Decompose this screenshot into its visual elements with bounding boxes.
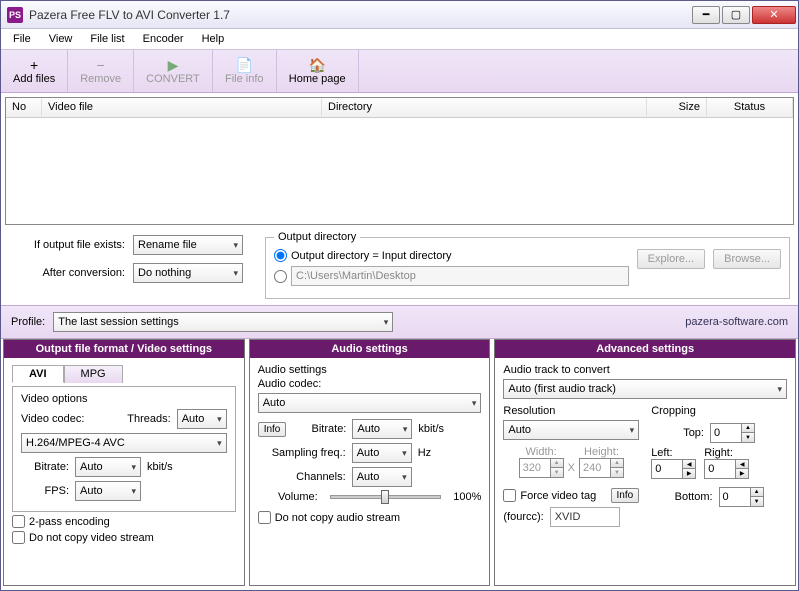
audio-codec-combo[interactable]: Auto (258, 393, 482, 413)
video-codec-combo[interactable]: H.264/MPEG-4 AVC (21, 433, 227, 453)
video-bitrate-combo[interactable]: Auto (75, 457, 141, 477)
after-label: After conversion: (17, 267, 125, 279)
fourcc-field[interactable]: XVID (550, 507, 620, 527)
close-button[interactable]: ✕ (752, 6, 796, 24)
menu-encoder[interactable]: Encoder (135, 31, 192, 47)
outdir-legend: Output directory (274, 231, 360, 243)
tab-mpg[interactable]: MPG (64, 365, 123, 383)
crop-left[interactable]: 0 (651, 459, 683, 479)
minimize-button[interactable]: ━ (692, 6, 720, 24)
fps-combo[interactable]: Auto (75, 481, 141, 501)
file-info-button[interactable]: 📄File info (213, 50, 277, 92)
force-tag-check[interactable] (503, 489, 516, 502)
audio-channels-combo[interactable]: Auto (352, 467, 412, 487)
convert-button[interactable]: ▶CONVERT (134, 50, 213, 92)
window-title: Pazera Free FLV to AVI Converter 1.7 (29, 8, 692, 22)
home-page-button[interactable]: 🏠Home page (277, 50, 359, 92)
add-files-button[interactable]: +Add files (1, 50, 68, 92)
toolbar: +Add files −Remove ▶CONVERT 📄File info 🏠… (1, 49, 798, 93)
minus-icon: − (97, 58, 105, 72)
menu-file[interactable]: File (5, 31, 39, 47)
height-field: 240 (579, 458, 611, 478)
maximize-button[interactable]: ▢ (722, 6, 750, 24)
play-icon: ▶ (168, 58, 179, 72)
outdir-path: C:\Users\Martin\Desktop (291, 266, 629, 286)
col-no[interactable]: No (6, 98, 42, 117)
audio-info-button[interactable]: Info (258, 422, 287, 437)
col-size[interactable]: Size (647, 98, 707, 117)
menu-filelist[interactable]: File list (82, 31, 132, 47)
audio-track-combo[interactable]: Auto (first audio track) (503, 379, 787, 399)
outdir-custom-radio[interactable] (274, 270, 287, 283)
audio-bitrate-combo[interactable]: Auto (352, 419, 412, 439)
menu-view[interactable]: View (41, 31, 81, 47)
col-status[interactable]: Status (707, 98, 793, 117)
crop-right[interactable]: 0 (704, 459, 736, 479)
menu-help[interactable]: Help (194, 31, 233, 47)
site-link[interactable]: pazera-software.com (685, 316, 788, 328)
nocopy-audio-check[interactable] (258, 511, 271, 524)
col-dir[interactable]: Directory (322, 98, 647, 117)
menubar: File View File list Encoder Help (1, 29, 798, 49)
app-icon: PS (7, 7, 23, 23)
crop-top[interactable]: 0 (710, 423, 742, 443)
home-icon: 🏠 (308, 58, 325, 72)
outdir-same-radio[interactable] (274, 249, 287, 262)
after-combo[interactable]: Do nothing (133, 263, 243, 283)
adv-panel-head: Advanced settings (495, 340, 795, 358)
volume-slider[interactable] (330, 495, 442, 499)
adv-info-button[interactable]: Info (611, 488, 640, 503)
remove-button[interactable]: −Remove (68, 50, 134, 92)
col-video[interactable]: Video file (42, 98, 322, 117)
file-list-body (6, 118, 793, 224)
threads-combo[interactable]: Auto (177, 409, 227, 429)
exists-label: If output file exists: (17, 239, 125, 251)
file-list[interactable]: No Video file Directory Size Status (5, 97, 794, 225)
twopass-check[interactable] (12, 515, 25, 528)
resolution-combo[interactable]: Auto (503, 420, 639, 440)
browse-button[interactable]: Browse... (713, 249, 781, 269)
exists-combo[interactable]: Rename file (133, 235, 243, 255)
nocopy-video-check[interactable] (12, 531, 25, 544)
plus-icon: + (30, 58, 38, 72)
tab-avi[interactable]: AVI (12, 365, 64, 383)
explore-button[interactable]: Explore... (637, 249, 705, 269)
crop-bottom[interactable]: 0 (719, 487, 751, 507)
video-options-label: Video options (21, 393, 227, 405)
audio-panel-head: Audio settings (250, 340, 490, 358)
profile-label: Profile: (11, 316, 45, 328)
width-field: 320 (519, 458, 551, 478)
video-panel-head: Output file format / Video settings (4, 340, 244, 358)
audio-freq-combo[interactable]: Auto (352, 443, 412, 463)
info-icon: 📄 (236, 58, 253, 72)
profile-combo[interactable]: The last session settings (53, 312, 393, 332)
